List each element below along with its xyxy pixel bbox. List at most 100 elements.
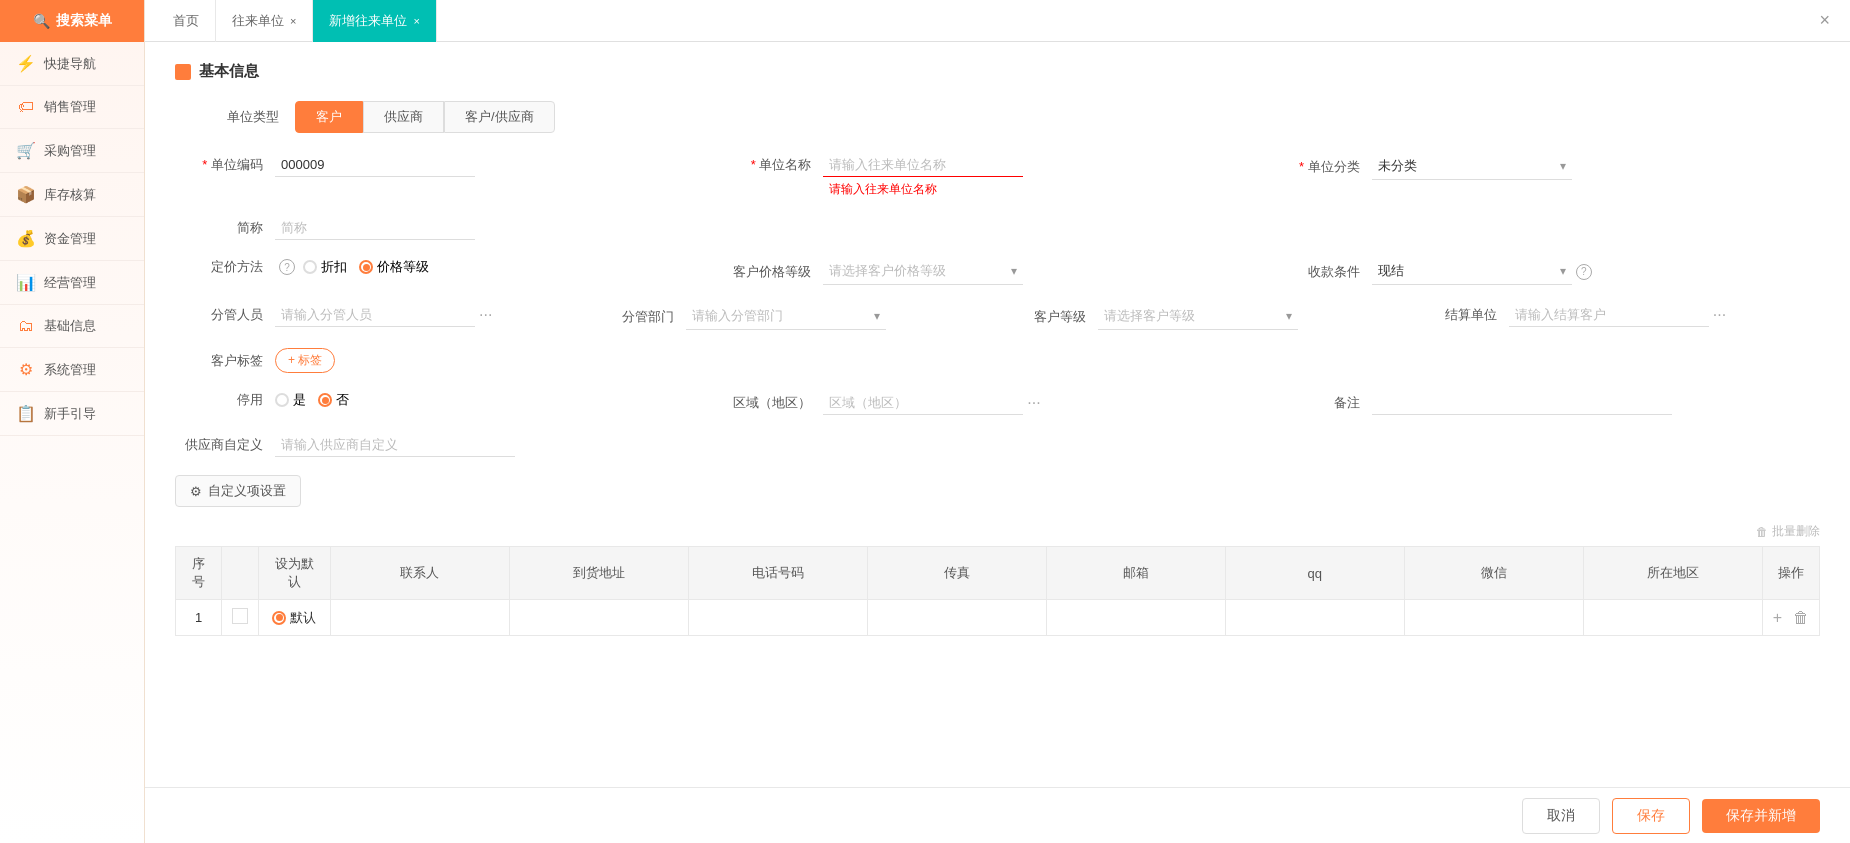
sidebar-item-operations[interactable]: 📊 经营管理 [0,261,144,305]
row-email[interactable] [1046,600,1225,636]
payment-terms-arrow-icon: ▾ [1560,264,1566,278]
disabled-yes-radio[interactable]: 是 [275,391,306,409]
custom-settings-button[interactable]: ⚙ 自定义项设置 [175,475,301,507]
purchase-icon: 🛒 [16,141,36,160]
form-group-remark: 备注 [1272,391,1820,415]
sidebar-item-inventory[interactable]: 📦 库存核算 [0,173,144,217]
customer-price-level-select[interactable]: 请选择客户价格等级 ▾ [823,258,1023,285]
settlement-unit-dots-button[interactable]: ··· [1709,306,1730,324]
window-close-button[interactable]: × [1811,10,1838,31]
settlement-unit-input[interactable] [1509,303,1709,327]
short-name-input[interactable] [275,216,475,240]
remark-label: 备注 [1272,394,1372,412]
row-checkbox[interactable] [232,608,248,624]
row-default-label: 默认 [290,609,316,627]
row-phone-input[interactable] [699,610,857,625]
tab-new-counterparty-close[interactable]: × [413,15,419,27]
newbie-icon: 📋 [16,404,36,423]
row-address-input[interactable] [520,610,678,625]
batch-delete-label[interactable]: 批量删除 [1772,523,1820,540]
form-group-unit-name: 单位名称 请输入往来单位名称 [723,153,1271,198]
row-phone[interactable] [688,600,867,636]
form-group-region: 区域（地区） ··· [723,391,1271,415]
batch-delete-row: 🗑 批量删除 [175,523,1820,546]
row-contact-input[interactable] [341,610,499,625]
row-qq[interactable] [1225,600,1404,636]
department-label: 分管部门 [586,308,686,326]
customer-level-select[interactable]: 请选择客户等级 ▾ [1098,303,1298,330]
region-dots-button[interactable]: ··· [1023,394,1044,412]
row-qq-input[interactable] [1236,610,1394,625]
disabled-no-radio[interactable]: 否 [318,391,349,409]
th-default: 设为默认 [259,547,331,600]
unit-code-input[interactable] [275,153,475,177]
tab-bar: 首页 往来单位 × 新增往来单位 × × [145,0,1850,42]
row-address[interactable] [509,600,688,636]
sidebar-item-quick-nav[interactable]: ⚡ 快捷导航 [0,42,144,86]
unit-name-input[interactable] [823,153,1023,177]
sys-mgmt-icon: ⚙ [16,360,36,379]
manager-input[interactable] [275,303,475,327]
customer-tag-label: 客户标签 [175,352,275,370]
row-wechat-input[interactable] [1415,610,1573,625]
add-tag-button[interactable]: + 标签 [275,348,335,373]
save-button[interactable]: 保存 [1612,798,1690,834]
unit-category-label: 单位分类 [1272,158,1372,176]
remark-input[interactable] [1372,391,1672,415]
cancel-button[interactable]: 取消 [1522,798,1600,834]
th-fax: 传真 [867,547,1046,600]
th-checkbox [222,547,259,600]
unit-type-supplier-button[interactable]: 供应商 [363,101,444,133]
pricing-discount-radio[interactable]: 折扣 [303,258,347,276]
row-default-radio-group: 默认 [269,609,320,627]
form-row-supplier-custom: 供应商自定义 [175,433,1820,457]
customer-level-placeholder: 请选择客户等级 [1104,307,1195,325]
unit-type-customer-button[interactable]: 客户 [295,101,363,133]
search-menu-button[interactable]: 🔍 搜索菜单 [0,0,144,42]
row-location-input[interactable] [1594,610,1752,625]
pricing-discount-radio-circle [303,260,317,274]
form-row-short-name: 简称 [175,216,1820,240]
row-delete-button[interactable]: 🗑 [1793,609,1809,626]
table-row: 1 默认 [176,600,1820,636]
row-checkbox-cell [222,600,259,636]
department-placeholder: 请输入分管部门 [692,307,783,325]
manager-dots-button[interactable]: ··· [475,306,496,324]
sidebar-item-basic-info[interactable]: 🗂 基础信息 [0,305,144,348]
sidebar-item-sales-mgmt[interactable]: 🏷 销售管理 [0,86,144,129]
unit-type-both-button[interactable]: 客户/供应商 [444,101,555,133]
sidebar-item-purchase-mgmt[interactable]: 🛒 采购管理 [0,129,144,173]
row-default-cell: 默认 [259,600,331,636]
row-email-input[interactable] [1057,610,1215,625]
unit-category-select[interactable]: 未分类 ▾ [1372,153,1572,180]
tab-counterparty-close[interactable]: × [290,15,296,27]
quick-nav-icon: ⚡ [16,54,36,73]
sidebar-item-finance[interactable]: 💰 资金管理 [0,217,144,261]
row-contact[interactable] [330,600,509,636]
payment-help-icon[interactable]: ? [1576,264,1592,280]
save-new-button[interactable]: 保存并新增 [1702,799,1820,833]
region-label: 区域（地区） [723,394,823,412]
tab-new-counterparty[interactable]: 新增往来单位 × [313,0,436,42]
pricing-method-radio-group: 折扣 价格等级 [303,258,429,276]
row-default-radio[interactable] [272,611,286,625]
department-select[interactable]: 请输入分管部门 ▾ [686,303,886,330]
supplier-custom-input[interactable] [275,433,515,457]
tab-home[interactable]: 首页 [157,0,216,42]
sidebar-item-sys-mgmt[interactable]: ⚙ 系统管理 [0,348,144,392]
form-group-disabled: 停用 是 否 [175,391,723,409]
finance-icon: 💰 [16,229,36,248]
customer-price-level-label: 客户价格等级 [723,263,823,281]
row-fax[interactable] [867,600,1046,636]
unit-code-label: 单位编码 [175,156,275,174]
row-location[interactable] [1583,600,1762,636]
sidebar-item-newbie[interactable]: 📋 新手引导 [0,392,144,436]
region-input[interactable] [823,391,1023,415]
row-fax-input[interactable] [878,610,1036,625]
pricing-help-icon[interactable]: ? [279,259,295,275]
row-wechat[interactable] [1404,600,1583,636]
payment-terms-select[interactable]: 现结 ▾ [1372,258,1572,285]
pricing-level-radio[interactable]: 价格等级 [359,258,429,276]
row-add-button[interactable]: + [1773,609,1782,626]
tab-counterparty[interactable]: 往来单位 × [216,0,313,42]
